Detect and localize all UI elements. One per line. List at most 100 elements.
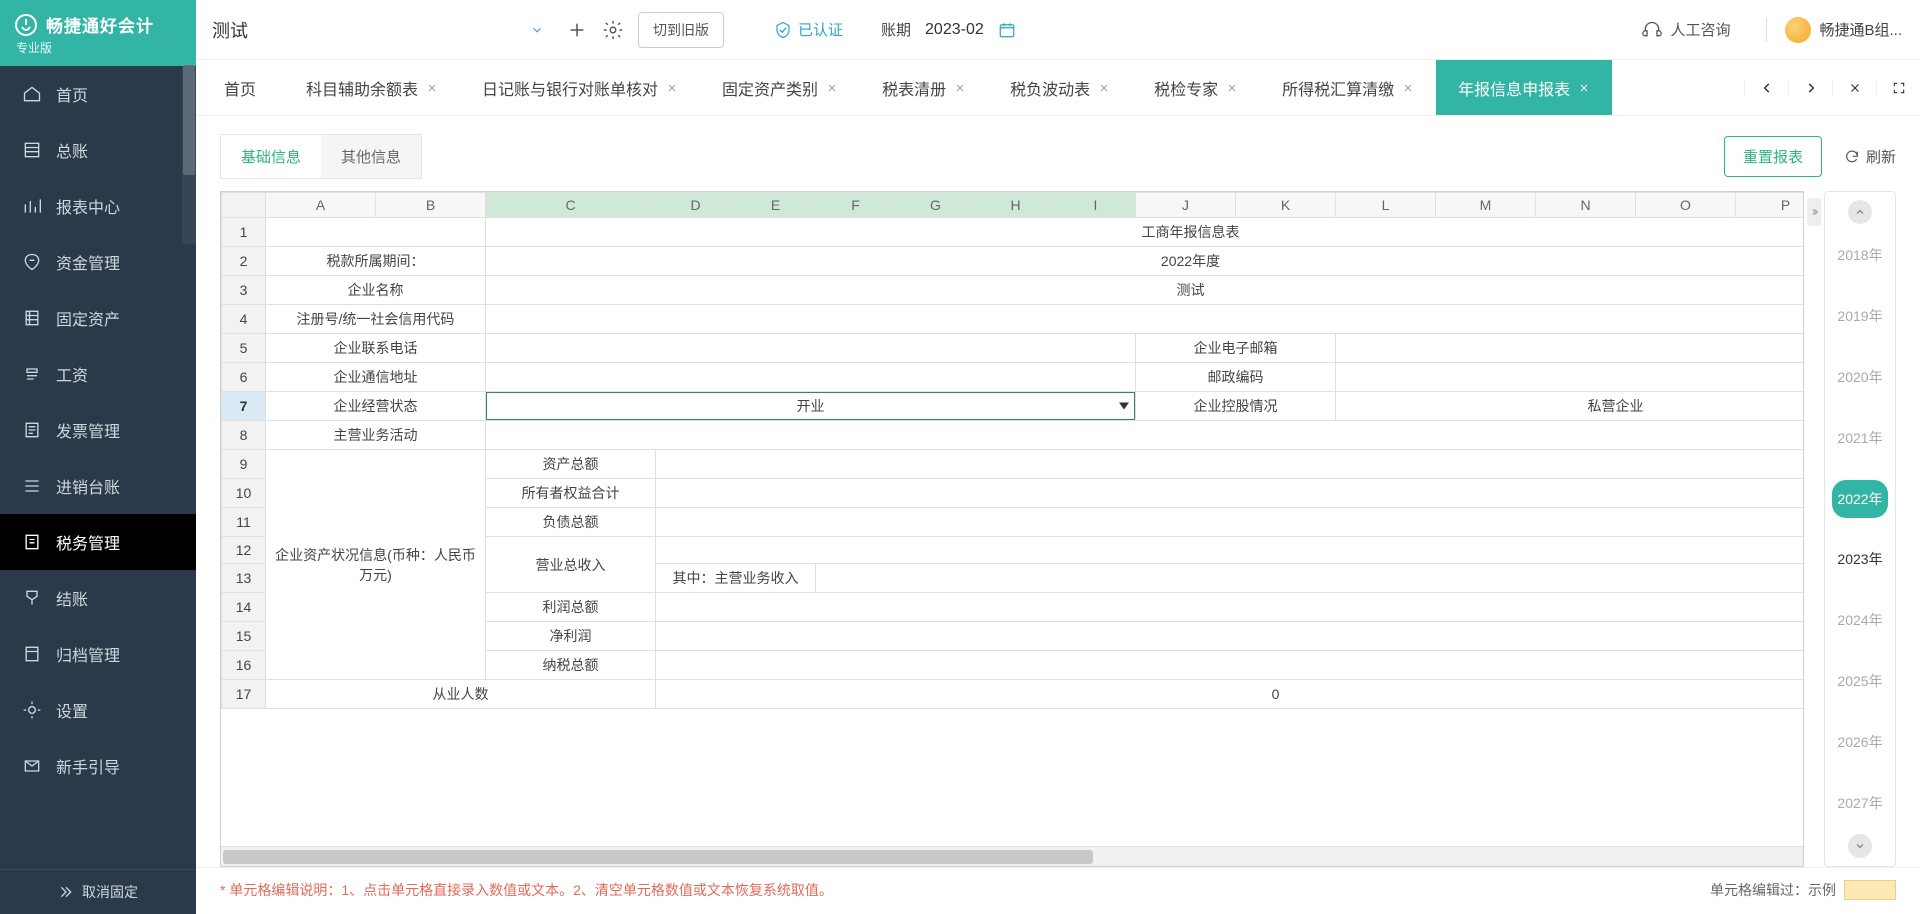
tab-1[interactable]: 日记账与银行对账单核对 [460, 60, 700, 115]
col-H[interactable]: H [976, 193, 1056, 218]
sidebar: 畅捷通好会计 专业版 首页总账报表中心资金管理固定资产工资发票管理进销台账税务管… [0, 0, 196, 914]
col-K[interactable]: K [1236, 193, 1336, 218]
tab-4[interactable]: 税负波动表 [988, 60, 1132, 115]
close-icon[interactable] [426, 82, 438, 94]
period-value[interactable]: 2023-02 [925, 21, 984, 39]
tabs-prev-button[interactable] [1744, 81, 1788, 95]
sidebar-icon-12 [22, 756, 42, 776]
year-prev-button[interactable] [1848, 200, 1872, 224]
company-selector[interactable]: 测试 [212, 17, 552, 43]
add-icon[interactable] [566, 19, 588, 41]
sidebar-item-8[interactable]: 税务管理 [0, 514, 196, 570]
col-P[interactable]: P [1736, 193, 1804, 218]
calendar-icon[interactable] [998, 21, 1016, 39]
subtab-basic[interactable]: 基础信息 [221, 135, 321, 178]
col-D[interactable]: D [656, 193, 736, 218]
col-A[interactable]: A [266, 193, 376, 218]
year-2025年[interactable]: 2025年 [1832, 662, 1888, 700]
sidebar-icon-5 [22, 364, 42, 384]
sidebar-item-0[interactable]: 首页 [0, 66, 196, 122]
subtab-other[interactable]: 其他信息 [321, 135, 421, 178]
year-2027年[interactable]: 2027年 [1832, 784, 1888, 822]
sidebar-item-9[interactable]: 结账 [0, 570, 196, 626]
refresh-button[interactable]: 刷新 [1844, 146, 1896, 167]
sidebar-item-12[interactable]: 新手引导 [0, 738, 196, 794]
tab-6[interactable]: 所得税汇算清缴 [1260, 60, 1436, 115]
sidebar-unpin-button[interactable]: 取消固定 [0, 869, 196, 914]
col-I[interactable]: I [1056, 193, 1136, 218]
avatar-icon [1785, 17, 1811, 43]
sidebar-item-2[interactable]: 报表中心 [0, 178, 196, 234]
sidebar-item-6[interactable]: 发票管理 [0, 402, 196, 458]
horizontal-scrollbar[interactable] [221, 846, 1803, 866]
tabs-close-button[interactable] [1832, 81, 1876, 95]
support-button[interactable]: 人工咨询 [1642, 19, 1730, 40]
close-icon[interactable] [954, 82, 966, 94]
tabbar: 首页 科目辅助余额表日记账与银行对账单核对固定资产类别税表清册税负波动表税检专家… [196, 60, 1920, 116]
col-M[interactable]: M [1436, 193, 1536, 218]
dropdown-caret-icon[interactable] [1119, 403, 1129, 410]
business-status-cell[interactable]: 开业 [486, 392, 1136, 421]
sidebar-item-10[interactable]: 归档管理 [0, 626, 196, 682]
fullscreen-button[interactable] [1876, 81, 1920, 95]
sidebar-item-7[interactable]: 进销台账 [0, 458, 196, 514]
col-E[interactable]: E [736, 193, 816, 218]
sidebar-icon-10 [22, 644, 42, 664]
col-L[interactable]: L [1336, 193, 1436, 218]
year-2021年[interactable]: 2021年 [1832, 419, 1888, 457]
brand-edition: 专业版 [16, 39, 182, 56]
gear-icon[interactable] [602, 19, 624, 41]
pin-icon [58, 884, 74, 900]
sidebar-item-1[interactable]: 总账 [0, 122, 196, 178]
year-2019年[interactable]: 2019年 [1832, 297, 1888, 335]
col-C[interactable]: C [486, 193, 656, 218]
tab-0[interactable]: 科目辅助余额表 [284, 60, 460, 115]
edited-swatch [1844, 880, 1896, 900]
tab-5[interactable]: 税检专家 [1132, 60, 1260, 115]
year-2024年[interactable]: 2024年 [1832, 601, 1888, 639]
col-N[interactable]: N [1536, 193, 1636, 218]
sidebar-item-4[interactable]: 固定资产 [0, 290, 196, 346]
year-2026年[interactable]: 2026年 [1832, 723, 1888, 761]
sheet-title: 工商年报信息表 [486, 218, 1804, 247]
sidebar-item-11[interactable]: 设置 [0, 682, 196, 738]
close-icon[interactable] [826, 82, 838, 94]
topbar: 测试 切到旧版 已认证 账期 2023-02 人工咨询 畅捷通B组... [196, 0, 1920, 60]
close-icon[interactable] [1578, 82, 1590, 94]
sidebar-item-5[interactable]: 工资 [0, 346, 196, 402]
close-icon[interactable] [1098, 82, 1110, 94]
switch-old-version-button[interactable]: 切到旧版 [638, 12, 724, 48]
close-icon[interactable] [1226, 82, 1238, 94]
year-2022年[interactable]: 2022年 [1832, 480, 1888, 518]
year-2023年[interactable]: 2023年 [1832, 540, 1888, 578]
tab-3[interactable]: 税表清册 [860, 60, 988, 115]
tab-2[interactable]: 固定资产类别 [700, 60, 860, 115]
rail-collapse-button[interactable] [1807, 198, 1821, 226]
tabs-next-button[interactable] [1788, 81, 1832, 95]
year-2020年[interactable]: 2020年 [1832, 358, 1888, 396]
brand-name: 畅捷通好会计 [46, 12, 154, 37]
close-icon[interactable] [666, 82, 678, 94]
user-menu[interactable]: 畅捷通B组... [1766, 17, 1902, 43]
company-name: 测试 [212, 17, 248, 43]
col-J[interactable]: J [1136, 193, 1236, 218]
col-G[interactable]: G [896, 193, 976, 218]
tab-home[interactable]: 首页 [196, 60, 284, 115]
close-icon[interactable] [1402, 82, 1414, 94]
col-O[interactable]: O [1636, 193, 1736, 218]
sidebar-icon-9 [22, 588, 42, 608]
spreadsheet[interactable]: ABCDEFGHIJKLMNOPQ 1工商年报信息表 2税款所属期间：2022年… [220, 191, 1804, 867]
sidebar-scrollbar[interactable] [182, 64, 196, 244]
sidebar-icon-3 [22, 252, 42, 272]
sheet-toolbar: 基础信息 其他信息 重置报表 刷新 [196, 116, 1920, 191]
headset-icon [1642, 20, 1662, 40]
col-B[interactable]: B [376, 193, 486, 218]
sidebar-item-3[interactable]: 资金管理 [0, 234, 196, 290]
year-next-button[interactable] [1848, 834, 1872, 858]
year-2018年[interactable]: 2018年 [1832, 236, 1888, 274]
verified-badge: 已认证 [774, 19, 843, 40]
reset-report-button[interactable]: 重置报表 [1724, 136, 1822, 177]
tab-7[interactable]: 年报信息申报表 [1436, 60, 1612, 115]
col-F[interactable]: F [816, 193, 896, 218]
subtabs: 基础信息 其他信息 [220, 134, 422, 179]
